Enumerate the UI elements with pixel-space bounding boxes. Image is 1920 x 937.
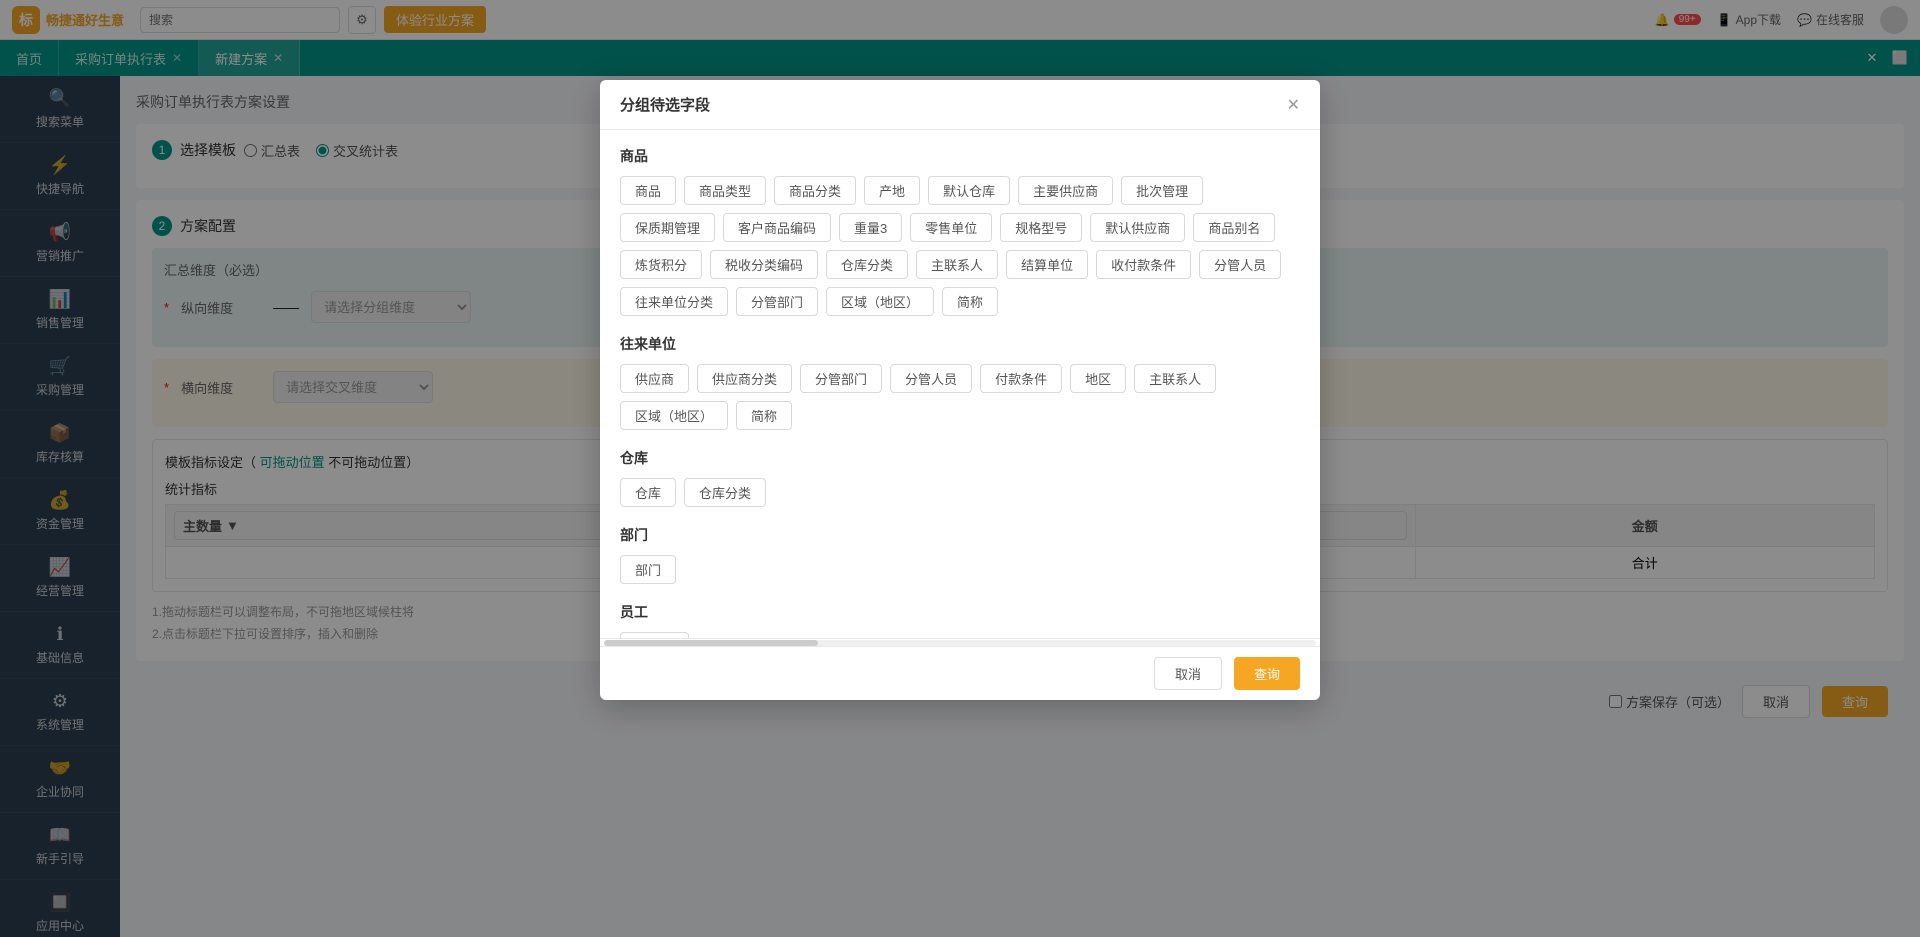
partner-chips: 供应商 供应商分类 分管部门 分管人员 付款条件 地区 主联系人 区域（地区） … — [620, 364, 1300, 430]
chip-partner-shortname[interactable]: 简称 — [736, 401, 792, 430]
chip-product-alias[interactable]: 商品别名 — [1193, 213, 1275, 242]
hscroll-thumb — [604, 640, 818, 646]
modal-dialog: 分组待选字段 ✕ 商品 商品 商品类型 商品分类 产地 默认仓库 主要供应商 批… — [600, 80, 1320, 700]
chip-partner-category[interactable]: 往来单位分类 — [620, 287, 728, 316]
chip-partner-contact[interactable]: 主联系人 — [1134, 364, 1216, 393]
chip-payment-terms[interactable]: 收付款条件 — [1096, 250, 1191, 279]
chip-department[interactable]: 部门 — [620, 555, 676, 584]
section-department: 部门 部门 — [620, 525, 1300, 584]
chip-main-supplier[interactable]: 主要供应商 — [1018, 176, 1113, 205]
chip-origin[interactable]: 产地 — [864, 176, 920, 205]
modal-hscrollbar[interactable] — [600, 638, 1320, 646]
modal-overlay: 分组待选字段 ✕ 商品 商品 商品类型 商品分类 产地 默认仓库 主要供应商 批… — [0, 0, 1920, 937]
warehouse-chips: 仓库 仓库分类 — [620, 478, 1300, 507]
modal-cancel-button[interactable]: 取消 — [1154, 657, 1222, 690]
section-employee-title: 员工 — [620, 602, 1300, 622]
chip-batch-mgmt[interactable]: 批次管理 — [1121, 176, 1203, 205]
dept-chips: 部门 — [620, 555, 1300, 584]
section-department-title: 部门 — [620, 525, 1300, 545]
chip-supplier-category[interactable]: 供应商分类 — [697, 364, 792, 393]
chip-warehouse-type[interactable]: 仓库分类 — [684, 478, 766, 507]
section-employee: 员工 业务员 — [620, 602, 1300, 638]
chip-product-type[interactable]: 商品类型 — [684, 176, 766, 205]
modal-header: 分组待选字段 ✕ — [600, 80, 1320, 130]
section-warehouse-title: 仓库 — [620, 448, 1300, 468]
chip-settlement-unit[interactable]: 结算单位 — [1006, 250, 1088, 279]
chip-product-category[interactable]: 商品分类 — [774, 176, 856, 205]
chip-partner-staff[interactable]: 分管人员 — [890, 364, 972, 393]
section-warehouse: 仓库 仓库 仓库分类 — [620, 448, 1300, 507]
chip-region-area[interactable]: 区域（地区） — [826, 287, 934, 316]
section-partner: 往来单位 供应商 供应商分类 分管部门 分管人员 付款条件 地区 主联系人 区域… — [620, 334, 1300, 430]
chip-default-warehouse[interactable]: 默认仓库 — [928, 176, 1010, 205]
chip-default-supplier[interactable]: 默认供应商 — [1090, 213, 1185, 242]
chip-shelf-life[interactable]: 保质期管理 — [620, 213, 715, 242]
chip-customer-code[interactable]: 客户商品编码 — [723, 213, 831, 242]
section-product: 商品 商品 商品类型 商品分类 产地 默认仓库 主要供应商 批次管理 保质期管理… — [620, 146, 1300, 316]
chip-partner-region[interactable]: 区域（地区） — [620, 401, 728, 430]
chip-weight3[interactable]: 重量3 — [839, 213, 902, 242]
chip-short-name[interactable]: 简称 — [942, 287, 998, 316]
chip-retail-unit[interactable]: 零售单位 — [910, 213, 992, 242]
chip-refine-points[interactable]: 炼货积分 — [620, 250, 702, 279]
modal-title: 分组待选字段 — [620, 94, 710, 115]
modal-body[interactable]: 商品 商品 商品类型 商品分类 产地 默认仓库 主要供应商 批次管理 保质期管理… — [600, 130, 1320, 638]
chip-product[interactable]: 商品 — [620, 176, 676, 205]
modal-footer-btns: 取消 查询 — [1154, 657, 1300, 690]
chip-partner-dept[interactable]: 分管部门 — [800, 364, 882, 393]
chip-area[interactable]: 地区 — [1070, 364, 1126, 393]
modal-close-button[interactable]: ✕ — [1287, 95, 1300, 115]
chip-spec-model[interactable]: 规格型号 — [1000, 213, 1082, 242]
modal-footer: 取消 查询 — [600, 646, 1320, 700]
chip-tax-code[interactable]: 税收分类编码 — [710, 250, 818, 279]
chip-warehouse[interactable]: 仓库 — [620, 478, 676, 507]
modal-confirm-button[interactable]: 查询 — [1234, 657, 1300, 690]
chip-supplier[interactable]: 供应商 — [620, 364, 689, 393]
product-chips: 商品 商品类型 商品分类 产地 默认仓库 主要供应商 批次管理 保质期管理 客户… — [620, 176, 1300, 316]
section-product-title: 商品 — [620, 146, 1300, 166]
chip-dept[interactable]: 分管部门 — [736, 287, 818, 316]
chip-pay-terms[interactable]: 付款条件 — [980, 364, 1062, 393]
chip-main-contact[interactable]: 主联系人 — [916, 250, 998, 279]
chip-warehouse-category[interactable]: 仓库分类 — [826, 250, 908, 279]
section-partner-title: 往来单位 — [620, 334, 1300, 354]
chip-admin-staff[interactable]: 分管人员 — [1199, 250, 1281, 279]
hscroll-track — [604, 640, 1316, 646]
